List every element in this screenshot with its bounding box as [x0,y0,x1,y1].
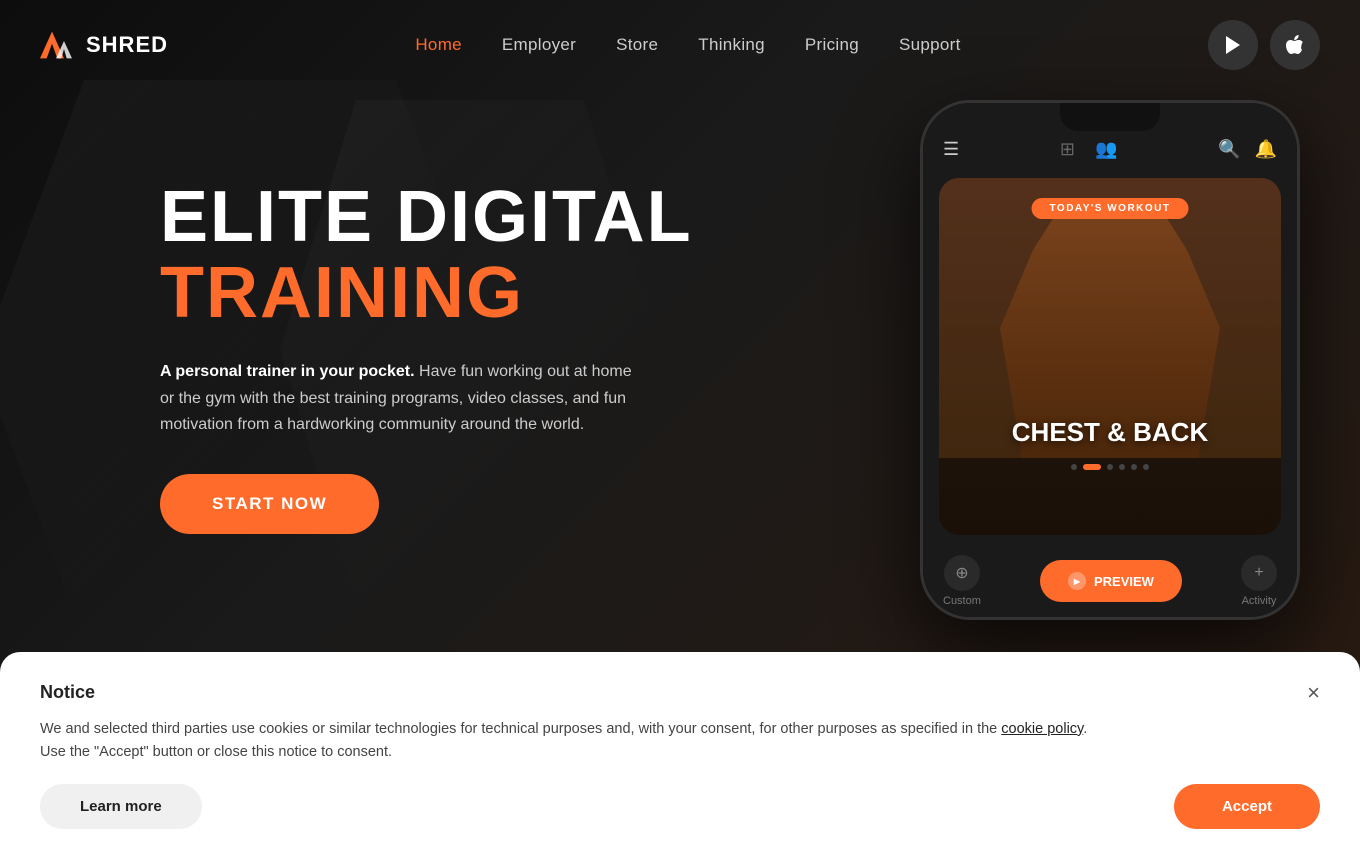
nav-links: Home Employer Store Thinking Pricing Sup… [415,35,960,55]
custom-icon: ⊕ [944,555,980,591]
group-icon[interactable]: 👥 [1095,139,1117,160]
phone-screen: ☰ ⊞ 👥 🔍 🔔 TODAY'S WORKOUT CHEST & BACK [923,103,1297,617]
phone-mockup: ☰ ⊞ 👥 🔍 🔔 TODAY'S WORKOUT CHEST & BACK [920,100,1300,620]
preview-play-icon: ▶ [1068,572,1086,590]
nav-employer[interactable]: Employer [502,35,576,54]
dot-indicators [1071,458,1149,472]
notice-close-button[interactable]: × [1307,682,1320,704]
search-icon[interactable]: 🔍 [1218,139,1240,160]
notice-title: Notice [40,682,95,703]
activity-label: Activity [1242,595,1277,607]
brand-logo[interactable]: SHRED [40,25,168,65]
start-now-button[interactable]: START NOW [160,474,379,534]
nav-support[interactable]: Support [899,35,961,54]
cookie-policy-link[interactable]: cookie policy [1001,721,1083,737]
phone-frame: ☰ ⊞ 👥 🔍 🔔 TODAY'S WORKOUT CHEST & BACK [920,100,1300,620]
nav-store[interactable]: Store [616,35,658,54]
cookie-notice: Notice × We and selected third parties u… [0,652,1360,859]
nav-actions [1208,20,1320,70]
dot-5 [1131,464,1137,470]
brand-name: SHRED [86,32,168,58]
hero-subtitle-bold: A personal trainer in your pocket. [160,363,415,380]
custom-label: Custom [943,595,981,607]
grid-icon[interactable]: ⊞ [1060,139,1075,160]
notice-body-text1: We and selected third parties use cookie… [40,721,997,737]
dot-6 [1143,464,1149,470]
nav-pricing[interactable]: Pricing [805,35,859,54]
activity-bottom-item[interactable]: + Activity [1241,555,1277,607]
custom-bottom-item[interactable]: ⊕ Custom [943,555,981,607]
dot-2-active [1083,464,1101,470]
accept-button[interactable]: Accept [1174,784,1320,829]
nav-thinking[interactable]: Thinking [698,35,765,54]
hero-subtitle: A personal trainer in your pocket. Have … [160,359,650,438]
learn-more-button[interactable]: Learn more [40,784,202,829]
app-store-button[interactable] [1270,20,1320,70]
bell-icon[interactable]: 🔔 [1255,139,1277,160]
dot-1 [1071,464,1077,470]
hero-title: ELITE DIGITAL TRAINING [160,180,693,331]
topbar-right: 🔍 🔔 [1218,139,1277,160]
navbar: SHRED Home Employer Store Thinking Prici… [0,0,1360,90]
notice-header: Notice × [40,682,1320,704]
notice-actions: Learn more Accept [40,784,1320,829]
activity-icon: + [1241,555,1277,591]
dot-3 [1107,464,1113,470]
nav-home[interactable]: Home [415,35,462,54]
menu-icon[interactable]: ☰ [943,139,959,160]
chest-back-title: CHEST & BACK [1012,417,1208,448]
preview-button[interactable]: ▶ PREVIEW [1040,560,1182,602]
app-bottom-bar: ⊕ Custom ▶ PREVIEW + Activity [923,543,1297,617]
google-play-button[interactable] [1208,20,1258,70]
workout-athlete-image: TODAY'S WORKOUT CHEST & BACK [939,178,1281,458]
notice-body-text2: Use the "Accept" button or close this no… [40,744,392,760]
notice-body: We and selected third parties use cookie… [40,718,1320,764]
workout-card: TODAY'S WORKOUT CHEST & BACK [939,178,1281,535]
phone-notch [1060,103,1160,131]
dot-4 [1119,464,1125,470]
hero-content: ELITE DIGITAL TRAINING A personal traine… [160,180,693,534]
today-workout-tag: TODAY'S WORKOUT [1032,198,1189,219]
preview-label: PREVIEW [1094,574,1154,589]
topbar-center: ⊞ 👥 [1060,139,1118,160]
